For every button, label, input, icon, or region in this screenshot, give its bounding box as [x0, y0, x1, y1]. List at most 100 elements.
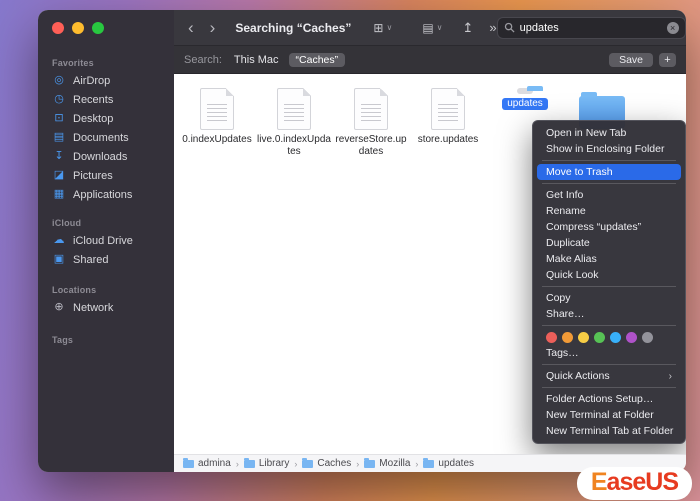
download-icon: ↧	[54, 150, 64, 162]
sidebar-item-desktop[interactable]: ⊡ Desktop	[38, 109, 174, 128]
desktop-wallpaper: Favorites ◎ AirDrop ◷ Recents ⊡ Desktop …	[0, 0, 700, 501]
sidebar-item-label: Network	[73, 301, 114, 314]
sidebar-item-label: Downloads	[73, 150, 128, 163]
file-name: reverseStore.updates	[335, 134, 407, 157]
menu-item-folder-actions-setup[interactable]: Folder Actions Setup…	[537, 391, 681, 407]
folder-icon	[423, 457, 435, 468]
path-segment[interactable]: updates	[438, 458, 474, 469]
search-icon	[504, 22, 515, 33]
main-panel: ‹ › Searching “Caches” ⊞ ∨ ▤ ∨ ↥ » updat…	[174, 10, 686, 472]
desktop-icon: ⊡	[54, 112, 64, 124]
menu-separator	[542, 364, 676, 365]
menu-item-new-terminal-at-folder[interactable]: New Terminal at Folder	[537, 407, 681, 423]
group-by-button[interactable]: ▤ ∨	[422, 21, 442, 35]
chevron-down-icon: ∨	[436, 23, 443, 32]
sidebar-item-network[interactable]: ⊕ Network	[38, 298, 174, 317]
tag-color-row	[533, 329, 685, 345]
sidebar-item-icloud-drive[interactable]: ☁ iCloud Drive	[38, 231, 174, 250]
menu-item-make-alias[interactable]: Make Alias	[537, 251, 681, 267]
tag-color-red[interactable]	[546, 332, 557, 343]
menu-item-open-in-new-tab[interactable]: Open in New Tab	[537, 125, 681, 141]
path-segment[interactable]: Library	[259, 458, 290, 469]
context-menu: Open in New Tab Show in Enclosing Folder…	[532, 120, 686, 444]
document-file-icon	[354, 88, 388, 130]
search-field[interactable]: ×	[496, 16, 686, 39]
folder-icon	[243, 457, 255, 468]
path-separator-icon: ›	[356, 458, 360, 469]
menu-item-show-in-enclosing-folder[interactable]: Show in Enclosing Folder	[537, 141, 681, 157]
view-options-button[interactable]: ⊞ ∨	[373, 21, 392, 35]
tag-color-yellow[interactable]	[578, 332, 589, 343]
search-input[interactable]	[519, 21, 662, 34]
clock-icon: ◷	[54, 93, 64, 105]
menu-item-new-terminal-tab-at-folder[interactable]: New Terminal Tab at Folder	[537, 423, 681, 439]
file-item[interactable]: reverseStore.updates	[333, 88, 409, 158]
clear-search-button[interactable]: ×	[666, 21, 679, 34]
file-item[interactable]: live.0.indexUpdates	[256, 88, 332, 158]
file-name: 0.indexUpdates	[182, 134, 252, 145]
path-segment[interactable]: admina	[198, 458, 231, 469]
close-window-button[interactable]	[52, 22, 64, 34]
submenu-chevron-icon: ›	[668, 370, 672, 382]
menu-item-quick-actions[interactable]: Quick Actions ›	[537, 368, 681, 384]
sidebar-item-airdrop[interactable]: ◎ AirDrop	[38, 71, 174, 90]
menu-item-rename[interactable]: Rename	[537, 203, 681, 219]
sidebar-section-icloud-title: iCloud	[52, 218, 82, 228]
tag-color-orange[interactable]	[562, 332, 573, 343]
easeus-logo: EaseUS	[576, 467, 692, 500]
menu-item-label: Quick Actions	[546, 369, 610, 382]
forward-button[interactable]: ›	[202, 19, 224, 36]
scope-caches-button[interactable]: “Caches”	[288, 52, 346, 67]
tag-color-purple[interactable]	[626, 332, 637, 343]
save-search-button[interactable]: Save	[609, 52, 653, 67]
menu-item-copy[interactable]: Copy	[537, 290, 681, 306]
sidebar-item-recents[interactable]: ◷ Recents	[38, 90, 174, 109]
tag-color-blue[interactable]	[610, 332, 621, 343]
menu-item-duplicate[interactable]: Duplicate	[537, 235, 681, 251]
toolbar-overflow-button[interactable]: »	[489, 20, 496, 35]
menu-item-compress[interactable]: Compress “updates”	[537, 219, 681, 235]
document-file-icon	[431, 88, 465, 130]
sidebar-item-label: Documents	[73, 131, 129, 144]
sidebar-item-downloads[interactable]: ↧ Downloads	[38, 147, 174, 166]
sidebar-item-label: Recents	[73, 93, 114, 106]
document-file-icon	[200, 88, 234, 130]
toolbar: ‹ › Searching “Caches” ⊞ ∨ ▤ ∨ ↥ » updat…	[174, 10, 686, 46]
minimize-window-button[interactable]	[72, 22, 84, 34]
share-button[interactable]: ↥	[463, 20, 474, 36]
document-icon: ▤	[53, 131, 65, 143]
path-segment[interactable]: Mozilla	[379, 458, 410, 469]
file-name: live.0.indexUpdates	[257, 134, 331, 157]
sidebar-item-label: Desktop	[73, 112, 114, 125]
path-segment[interactable]: Caches	[317, 458, 351, 469]
photo-icon: ◪	[53, 169, 65, 181]
file-item[interactable]: store.updates	[410, 88, 486, 158]
path-separator-icon: ›	[294, 458, 298, 469]
grid-view-icon: ⊞	[373, 20, 384, 35]
sidebar-item-label: Pictures	[73, 169, 113, 182]
menu-item-get-info[interactable]: Get Info	[537, 187, 681, 203]
window-title: Searching “Caches”	[235, 20, 352, 35]
folder-icon	[183, 457, 194, 468]
tag-color-green[interactable]	[594, 332, 605, 343]
sidebar-item-applications[interactable]: ▦ Applications	[38, 185, 174, 204]
scope-this-mac-button[interactable]: This Mac	[234, 54, 279, 66]
menu-item-share[interactable]: Share…	[537, 306, 681, 322]
file-item[interactable]: 0.indexUpdates	[179, 88, 255, 158]
sidebar-item-shared[interactable]: ▣ Shared	[38, 250, 174, 269]
menu-item-quick-look[interactable]: Quick Look	[537, 267, 681, 283]
search-scope-label: Search:	[184, 53, 222, 66]
sidebar-item-pictures[interactable]: ◪ Pictures	[38, 166, 174, 185]
back-button[interactable]: ‹	[180, 19, 202, 36]
add-criteria-button[interactable]: +	[659, 52, 676, 67]
menu-item-move-to-trash[interactable]: Move to Trash	[537, 164, 681, 180]
search-scope-bar: Search: This Mac “Caches” Save +	[174, 46, 686, 74]
file-name: store.updates	[417, 134, 479, 145]
cloud-icon: ☁	[53, 234, 65, 246]
sidebar-item-documents[interactable]: ▤ Documents	[38, 128, 174, 147]
applications-icon: ▦	[53, 188, 65, 200]
sidebar-item-label: Shared	[73, 253, 109, 266]
menu-item-tags[interactable]: Tags…	[537, 345, 681, 361]
tag-color-gray[interactable]	[642, 332, 653, 343]
zoom-window-button[interactable]	[92, 22, 104, 34]
